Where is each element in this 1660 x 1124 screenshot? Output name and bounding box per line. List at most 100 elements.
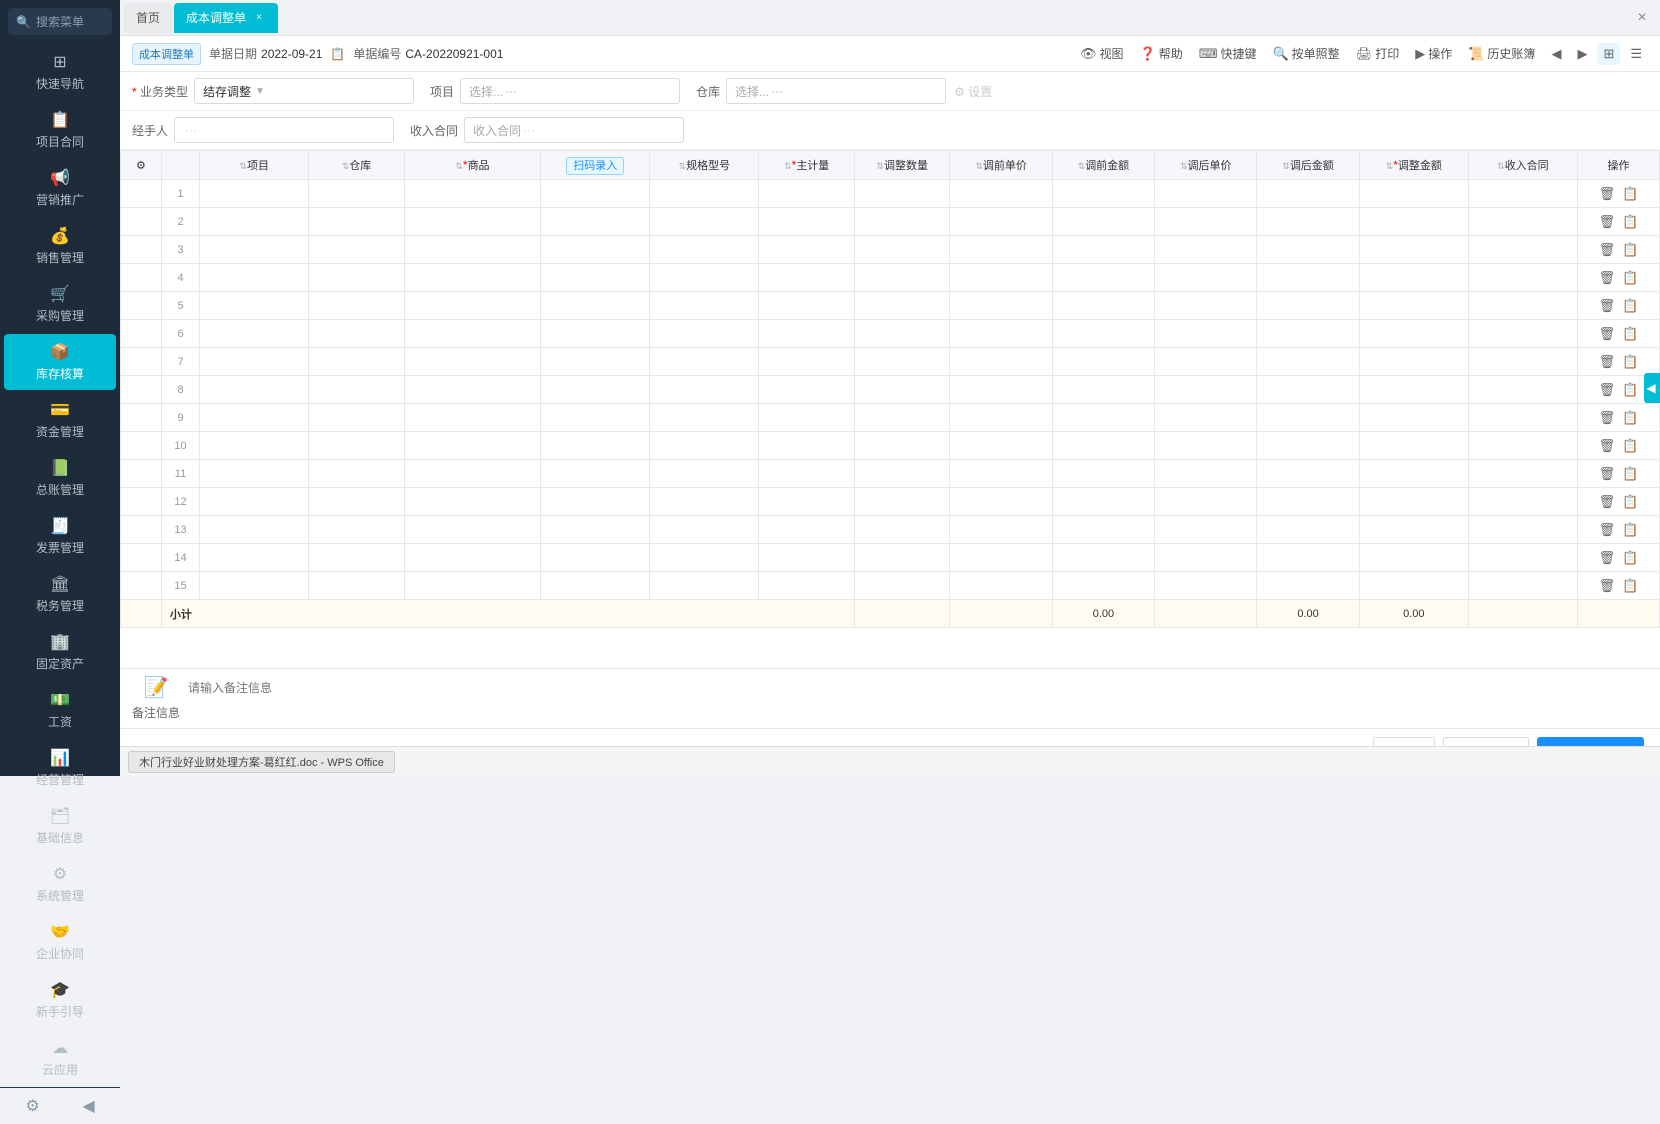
qty-cell[interactable] bbox=[854, 516, 950, 544]
project-cell[interactable] bbox=[200, 460, 309, 488]
sidebar-item-biz-collab[interactable]: 🤝 企业协同 bbox=[4, 914, 116, 970]
product-cell[interactable] bbox=[404, 236, 540, 264]
warehouse-cell[interactable] bbox=[309, 488, 405, 516]
product-cell[interactable] bbox=[404, 320, 540, 348]
project-cell[interactable] bbox=[200, 432, 309, 460]
income-contract-input[interactable]: 收入合同 ··· bbox=[464, 117, 684, 143]
sidebar-item-salary[interactable]: 💵 工资 bbox=[4, 682, 116, 738]
copy-icon[interactable]: 📋 bbox=[1622, 550, 1638, 565]
copy-icon[interactable]: 📋 bbox=[1622, 186, 1638, 201]
post-price-cell[interactable] bbox=[1155, 348, 1257, 376]
pre-amount-cell[interactable] bbox=[1052, 264, 1154, 292]
product-cell[interactable] bbox=[404, 572, 540, 600]
income-contract-cell[interactable] bbox=[1468, 432, 1577, 460]
post-price-cell[interactable] bbox=[1155, 516, 1257, 544]
unit-cell[interactable] bbox=[759, 320, 855, 348]
notes-input[interactable] bbox=[188, 675, 1648, 707]
warehouse-cell[interactable] bbox=[309, 404, 405, 432]
sidebar-item-sales-promo[interactable]: 📢 营销推广 bbox=[4, 160, 116, 216]
qty-cell[interactable] bbox=[854, 488, 950, 516]
copy-icon[interactable]: 📋 bbox=[1622, 298, 1638, 313]
pre-price-cell[interactable] bbox=[950, 180, 1052, 208]
product-cell[interactable] bbox=[404, 516, 540, 544]
pre-amount-cell[interactable] bbox=[1052, 292, 1154, 320]
pre-price-cell[interactable] bbox=[950, 432, 1052, 460]
project-cell[interactable] bbox=[200, 572, 309, 600]
pre-price-cell[interactable] bbox=[950, 460, 1052, 488]
copy-icon[interactable]: 📋 bbox=[1622, 242, 1638, 257]
copy-icon[interactable]: 📋 bbox=[1622, 438, 1638, 453]
th-income-contract[interactable]: ⇅收入合同 bbox=[1468, 151, 1577, 180]
qty-cell[interactable] bbox=[854, 180, 950, 208]
post-amount-cell[interactable] bbox=[1257, 488, 1359, 516]
pre-price-cell[interactable] bbox=[950, 404, 1052, 432]
adjust-amount-cell[interactable] bbox=[1359, 516, 1468, 544]
post-price-cell[interactable] bbox=[1155, 236, 1257, 264]
delete-icon[interactable]: 🗑 bbox=[1599, 326, 1616, 341]
scan-cell[interactable] bbox=[541, 404, 650, 432]
adjust-amount-cell[interactable] bbox=[1359, 432, 1468, 460]
sidebar-item-newbie[interactable]: 🎓 新手引导 bbox=[4, 972, 116, 1028]
pre-price-cell[interactable] bbox=[950, 516, 1052, 544]
delete-icon[interactable]: 🗑 bbox=[1599, 466, 1616, 481]
spec-cell[interactable] bbox=[650, 348, 759, 376]
adjust-amount-cell[interactable] bbox=[1359, 572, 1468, 600]
post-price-cell[interactable] bbox=[1155, 460, 1257, 488]
product-cell[interactable] bbox=[404, 264, 540, 292]
spec-cell[interactable] bbox=[650, 236, 759, 264]
sidebar-item-capital[interactable]: 💳 资金管理 bbox=[4, 392, 116, 448]
spec-cell[interactable] bbox=[650, 404, 759, 432]
adjust-amount-cell[interactable] bbox=[1359, 404, 1468, 432]
scan-cell[interactable] bbox=[541, 348, 650, 376]
copy-icon[interactable]: 📋 bbox=[1622, 410, 1638, 425]
th-pre-price[interactable]: ⇅调前单价 bbox=[950, 151, 1052, 180]
unit-cell[interactable] bbox=[759, 180, 855, 208]
pre-amount-cell[interactable] bbox=[1052, 488, 1154, 516]
shortcut-button[interactable]: ⌨ 快捷键 bbox=[1193, 42, 1263, 65]
project-cell[interactable] bbox=[200, 516, 309, 544]
sidebar-item-cloud-app[interactable]: ☁ 云应用 bbox=[4, 1030, 116, 1086]
nav-next-button[interactable]: ▶ bbox=[1571, 43, 1593, 65]
scan-cell[interactable] bbox=[541, 432, 650, 460]
th-post-price[interactable]: ⇅调后单价 bbox=[1155, 151, 1257, 180]
warehouse-cell[interactable] bbox=[309, 516, 405, 544]
th-product[interactable]: ⇅*商品 bbox=[404, 151, 540, 180]
review-button[interactable]: 🔍 按单照整 bbox=[1266, 42, 1345, 65]
unit-cell[interactable] bbox=[759, 264, 855, 292]
post-amount-cell[interactable] bbox=[1257, 376, 1359, 404]
warehouse-cell[interactable] bbox=[309, 544, 405, 572]
project-cell[interactable] bbox=[200, 404, 309, 432]
warehouse-cell[interactable] bbox=[309, 376, 405, 404]
warehouse-cell[interactable] bbox=[309, 208, 405, 236]
project-cell[interactable] bbox=[200, 208, 309, 236]
unit-cell[interactable] bbox=[759, 292, 855, 320]
project-cell[interactable] bbox=[200, 488, 309, 516]
delete-icon[interactable]: 🗑 bbox=[1599, 214, 1616, 229]
pre-amount-cell[interactable] bbox=[1052, 208, 1154, 236]
post-price-cell[interactable] bbox=[1155, 180, 1257, 208]
pre-amount-cell[interactable] bbox=[1052, 180, 1154, 208]
operations-button[interactable]: ▶ 操作 bbox=[1409, 42, 1458, 65]
scan-cell[interactable] bbox=[541, 208, 650, 236]
unit-cell[interactable] bbox=[759, 488, 855, 516]
pre-price-cell[interactable] bbox=[950, 544, 1052, 572]
business-type-input[interactable]: 结存调整 ▼ bbox=[194, 78, 414, 104]
sidebar-item-tax[interactable]: 🏛 税务管理 bbox=[4, 566, 116, 622]
sidebar-item-quick-nav[interactable]: ⊞ 快速导航 bbox=[4, 44, 116, 100]
product-cell[interactable] bbox=[404, 404, 540, 432]
warehouse-cell[interactable] bbox=[309, 432, 405, 460]
scan-cell[interactable] bbox=[541, 544, 650, 572]
th-spec[interactable]: ⇅规格型号 bbox=[650, 151, 759, 180]
copy-icon[interactable]: 📋 bbox=[1622, 382, 1638, 397]
post-price-cell[interactable] bbox=[1155, 292, 1257, 320]
qty-cell[interactable] bbox=[854, 292, 950, 320]
collapse-button[interactable]: ◀ bbox=[82, 1096, 94, 1116]
th-adjust-amount[interactable]: ⇅*调整金额 bbox=[1359, 151, 1468, 180]
warehouse-cell[interactable] bbox=[309, 264, 405, 292]
post-amount-cell[interactable] bbox=[1257, 264, 1359, 292]
adjust-amount-cell[interactable] bbox=[1359, 488, 1468, 516]
pre-amount-cell[interactable] bbox=[1052, 404, 1154, 432]
project-cell[interactable] bbox=[200, 264, 309, 292]
product-cell[interactable] bbox=[404, 544, 540, 572]
spec-cell[interactable] bbox=[650, 572, 759, 600]
